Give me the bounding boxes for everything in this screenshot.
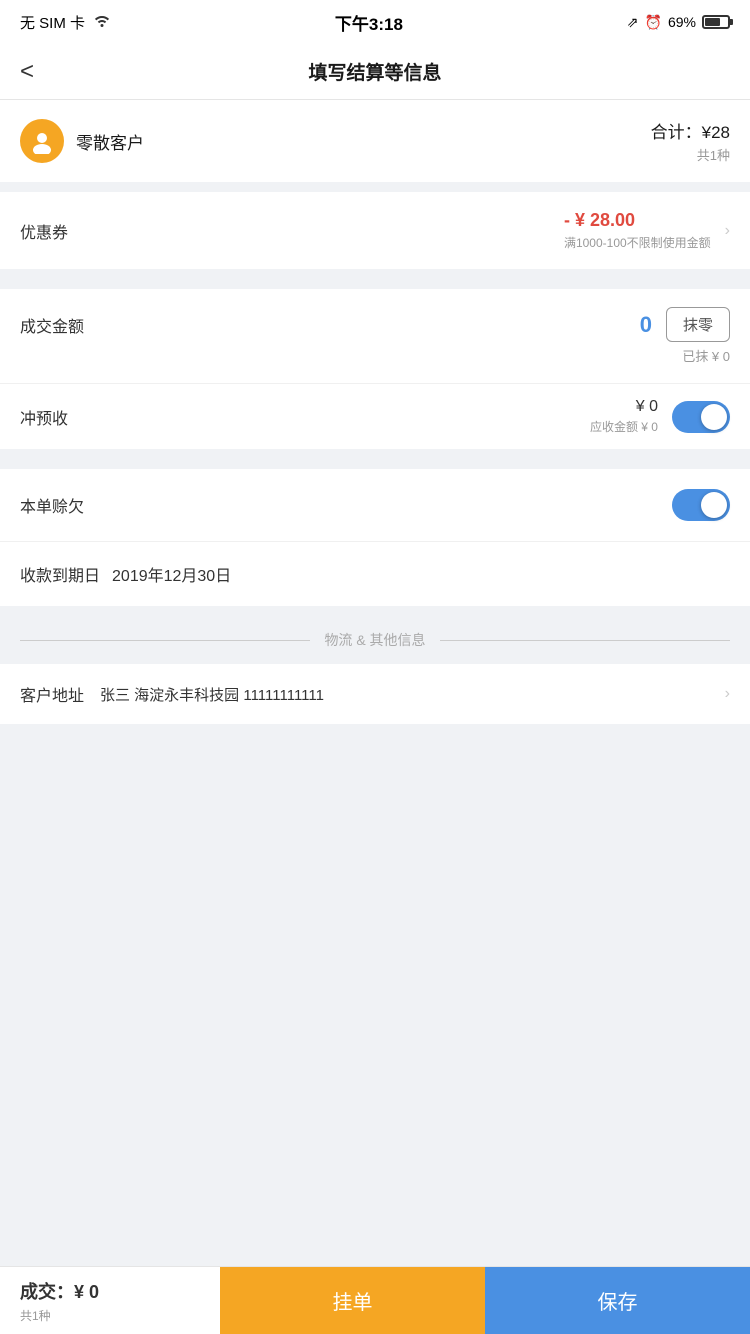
page-title: 填写结算等信息: [308, 58, 441, 85]
logistics-divider: 物流 & 其他信息: [0, 616, 750, 664]
total-count: 共1种: [651, 145, 730, 164]
prepay-amount: ¥ 0: [590, 398, 658, 416]
content: 零散客户 合计：¥28 共1种 优惠券 - ¥ 28.00 满1000-100不…: [0, 100, 750, 914]
prepay-label: 冲预收: [20, 405, 68, 429]
nav-bar: < 填写结算等信息: [0, 44, 750, 100]
prepay-sub: 应收金额 ¥ 0: [590, 418, 658, 435]
debit-toggle[interactable]: [672, 489, 730, 521]
customer-row: 零散客户 合计：¥28 共1种: [0, 100, 750, 182]
bottom-count: 共1种: [20, 1307, 200, 1324]
coupon-label: 优惠券: [20, 219, 68, 243]
address-label: 客户地址: [20, 682, 84, 706]
coupon-discount: - ¥ 28.00: [564, 210, 711, 231]
pending-button[interactable]: 挂单: [220, 1267, 485, 1334]
customer-left: 零散客户: [20, 119, 144, 163]
address-section: 客户地址 张三 海淀永丰科技园 11111111111 ›: [0, 664, 750, 724]
coupon-values: - ¥ 28.00 满1000-100不限制使用金额: [564, 210, 711, 251]
logistics-text: 物流 & 其他信息: [324, 630, 425, 650]
bottom-deal-amount: ¥ 0: [74, 1282, 99, 1302]
battery-icon: [702, 15, 730, 29]
amount-value[interactable]: 0: [640, 312, 652, 338]
bottom-deal-label: 成交：: [20, 1282, 74, 1302]
empty-area: [0, 734, 750, 914]
prepay-toggle[interactable]: [672, 401, 730, 433]
carrier-text: 无 SIM 卡: [20, 12, 85, 33]
due-label: 收款到期日: [20, 562, 100, 586]
divider-2: [0, 459, 750, 469]
bottom-deal-text: 成交：¥ 0: [20, 1278, 200, 1304]
back-button[interactable]: <: [20, 58, 34, 86]
wifi-icon: [93, 13, 111, 31]
customer-total-right: 合计：¥28 共1种: [651, 118, 730, 164]
divider-line-right: [440, 640, 730, 641]
status-left: 无 SIM 卡: [20, 12, 111, 33]
total-amount: 合计：¥28: [651, 118, 730, 143]
address-value: 张三 海淀永丰科技园 11111111111: [100, 684, 709, 705]
divider-1: [0, 279, 750, 289]
transaction-section: 成交金额 0 抹零 已抹 ¥ 0 冲预收 ¥ 0 应收金额 ¥ 0: [0, 289, 750, 449]
address-row[interactable]: 客户地址 张三 海淀永丰科技园 11111111111 ›: [0, 664, 750, 724]
prepay-values: ¥ 0 应收金额 ¥ 0: [590, 398, 658, 435]
location-icon: ⇗: [627, 14, 639, 31]
prepay-toggle-knob: [701, 404, 727, 430]
alarm-icon: ⏰: [645, 14, 662, 31]
battery-percent: 69%: [668, 14, 696, 30]
coupon-chevron: ›: [725, 222, 730, 240]
due-date[interactable]: 2019年12月30日: [112, 562, 231, 586]
bottom-bar: 成交：¥ 0 共1种 挂单 保存: [0, 1266, 750, 1334]
round-button[interactable]: 抹零: [666, 307, 730, 342]
status-bar: 无 SIM 卡 下午3:18 ⇗ ⏰ 69%: [0, 0, 750, 44]
save-button[interactable]: 保存: [485, 1267, 750, 1334]
address-chevron: ›: [725, 685, 730, 703]
debit-section: 本单赊欠 收款到期日 2019年12月30日: [0, 469, 750, 606]
debit-label: 本单赊欠: [20, 493, 84, 517]
amount-label: 成交金额: [20, 313, 84, 337]
customer-name: 零散客户: [76, 129, 144, 154]
amount-right: 0 抹零: [640, 307, 730, 342]
customer-avatar: [20, 119, 64, 163]
coupon-right: - ¥ 28.00 满1000-100不限制使用金额 ›: [564, 210, 730, 251]
coupon-row[interactable]: 优惠券 - ¥ 28.00 满1000-100不限制使用金额 ›: [0, 192, 750, 269]
customer-section: 零散客户 合计：¥28 共1种: [0, 100, 750, 182]
amount-row: 成交金额 0 抹零 已抹 ¥ 0: [0, 289, 750, 384]
status-time: 下午3:18: [335, 10, 403, 35]
prepay-right: ¥ 0 应收金额 ¥ 0: [590, 398, 730, 435]
prepay-row: 冲预收 ¥ 0 应收金额 ¥ 0: [0, 384, 750, 449]
due-row: 收款到期日 2019年12月30日: [0, 542, 750, 606]
debit-toggle-knob: [701, 492, 727, 518]
amount-sub: 已抹 ¥ 0: [20, 346, 730, 365]
bottom-left: 成交：¥ 0 共1种: [0, 1267, 220, 1334]
amount-top: 成交金额 0 抹零: [20, 307, 730, 342]
debit-row: 本单赊欠: [0, 469, 750, 542]
divider-line-left: [20, 640, 310, 641]
coupon-sub: 满1000-100不限制使用金额: [564, 234, 711, 251]
coupon-section: 优惠券 - ¥ 28.00 满1000-100不限制使用金额 ›: [0, 192, 750, 269]
status-right: ⇗ ⏰ 69%: [627, 14, 730, 31]
